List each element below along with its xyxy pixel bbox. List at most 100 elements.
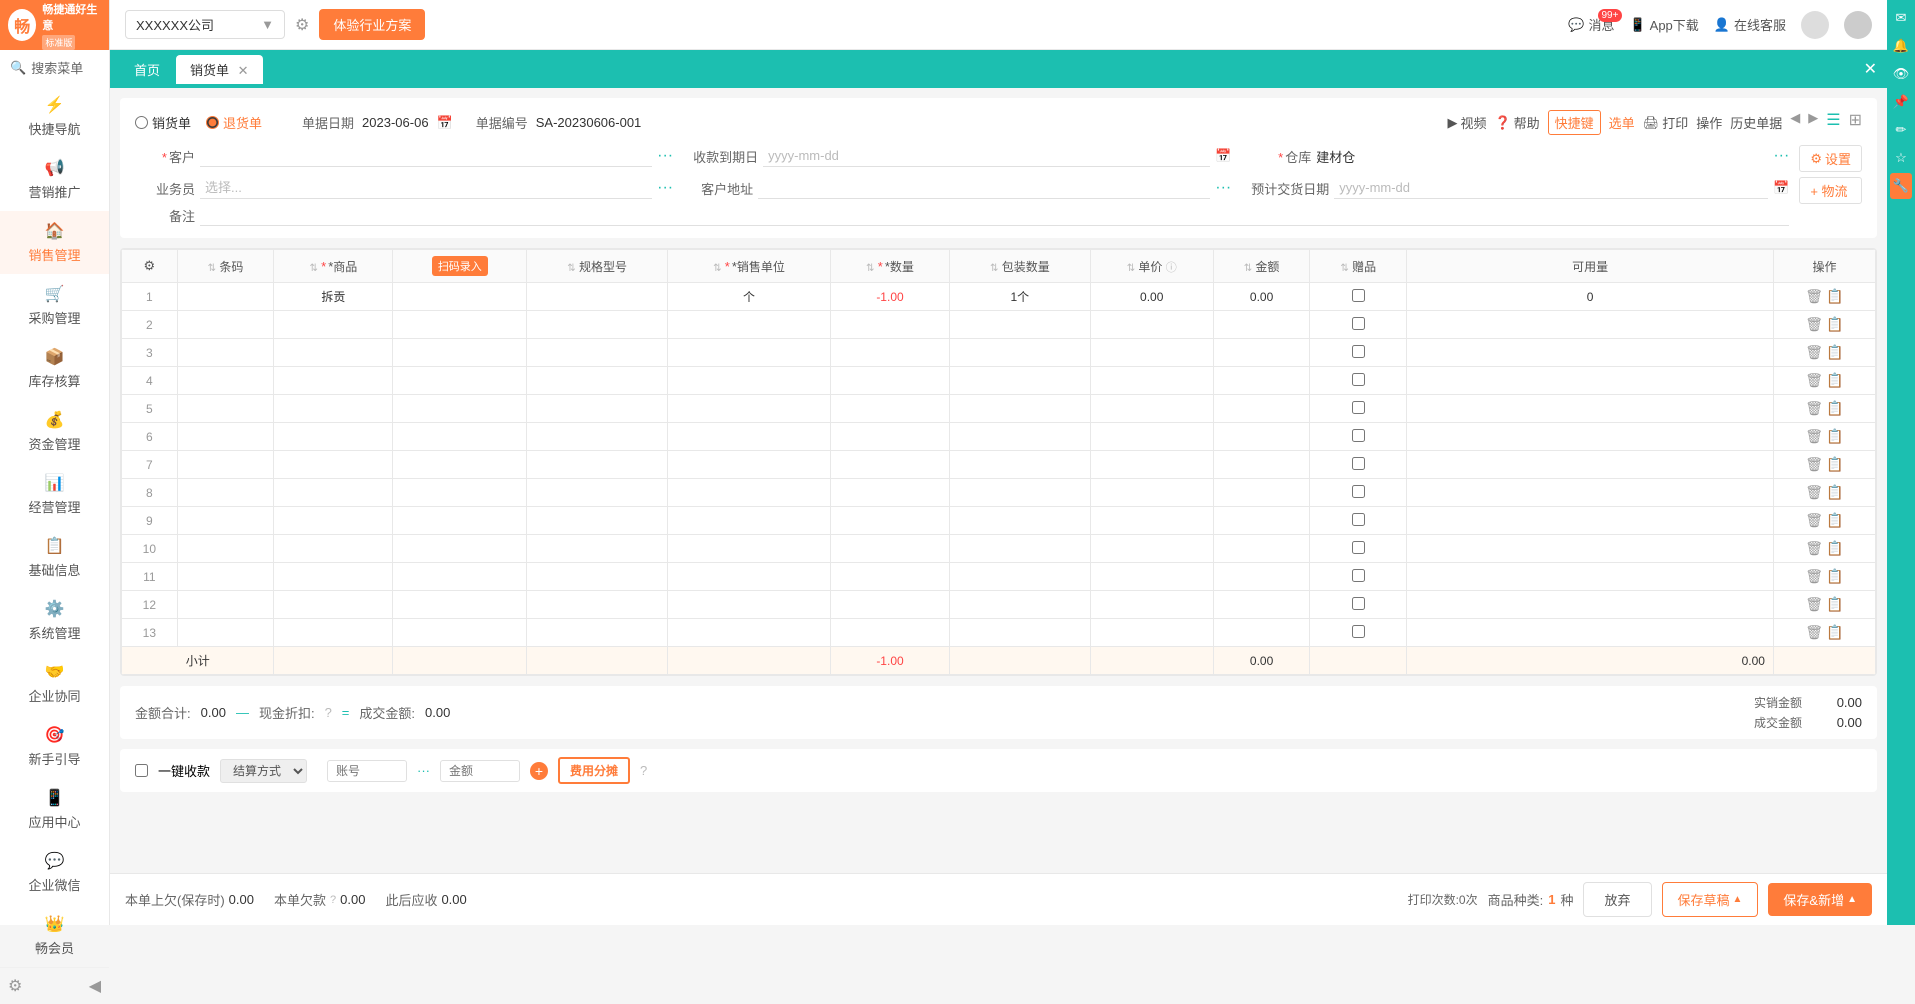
- sidebar-item-marketing[interactable]: 📢 营销推广: [0, 148, 109, 211]
- filter-btn[interactable]: 选单: [1609, 110, 1635, 135]
- operate-btn[interactable]: 操作: [1696, 110, 1722, 135]
- copy-row-icon[interactable]: 📋: [1826, 428, 1843, 444]
- row-gift[interactable]: [1310, 619, 1407, 647]
- gift-checkbox[interactable]: [1352, 485, 1365, 498]
- sidebar-item-member[interactable]: 👑 畅会员: [0, 904, 109, 967]
- row-pkg-qty[interactable]: [949, 479, 1090, 507]
- row-unit[interactable]: [668, 619, 831, 647]
- row-barcode[interactable]: [177, 619, 274, 647]
- discard-button[interactable]: 放弃: [1583, 882, 1651, 917]
- row-price[interactable]: [1090, 535, 1213, 563]
- app-download-button[interactable]: 📱 App下载: [1629, 15, 1698, 34]
- right-panel-btn-3[interactable]: 👁: [1890, 61, 1913, 87]
- row-amount[interactable]: [1213, 395, 1310, 423]
- row-gift[interactable]: [1310, 451, 1407, 479]
- col-scan[interactable]: 扫码录入: [393, 250, 527, 283]
- copy-row-icon[interactable]: 📋: [1826, 400, 1843, 416]
- row-unit[interactable]: [668, 395, 831, 423]
- gift-checkbox[interactable]: [1352, 401, 1365, 414]
- row-unit[interactable]: [668, 339, 831, 367]
- history-btn[interactable]: 历史单据: [1730, 110, 1782, 135]
- row-spec[interactable]: [527, 479, 668, 507]
- note-input[interactable]: [200, 204, 1789, 226]
- save-new-button[interactable]: 保存&新增 ▲: [1768, 883, 1872, 916]
- sidebar-item-wechat[interactable]: 💬 企业微信: [0, 841, 109, 904]
- row-spec[interactable]: [527, 507, 668, 535]
- row-price[interactable]: [1090, 479, 1213, 507]
- row-qty[interactable]: [831, 339, 950, 367]
- sidebar-item-system[interactable]: ⚙️ 系统管理: [0, 589, 109, 652]
- row-product[interactable]: [274, 311, 393, 339]
- discount-help-icon[interactable]: ?: [325, 705, 332, 720]
- row-spec[interactable]: [527, 535, 668, 563]
- row-pkg-qty[interactable]: [949, 339, 1090, 367]
- row-barcode[interactable]: [177, 339, 274, 367]
- company-select[interactable]: XXXXXX公司 ▼: [125, 10, 285, 39]
- message-button[interactable]: 💬 消息 99+: [1568, 15, 1614, 34]
- row-product[interactable]: [274, 395, 393, 423]
- right-panel-btn-5[interactable]: ✏: [1893, 117, 1910, 143]
- delete-row-icon[interactable]: 🗑: [1805, 540, 1823, 556]
- row-amount[interactable]: [1213, 311, 1310, 339]
- row-pkg-qty[interactable]: [949, 619, 1090, 647]
- row-amount[interactable]: [1213, 619, 1310, 647]
- address-dots-icon[interactable]: ···: [1215, 179, 1231, 197]
- row-pkg-qty[interactable]: [949, 563, 1090, 591]
- due-date-calendar-icon[interactable]: 📅: [1215, 148, 1231, 164]
- copy-row-icon[interactable]: 📋: [1826, 596, 1843, 612]
- row-unit[interactable]: [668, 507, 831, 535]
- row-unit[interactable]: [668, 535, 831, 563]
- row-product[interactable]: [274, 535, 393, 563]
- row-gift[interactable]: [1310, 535, 1407, 563]
- row-price[interactable]: [1090, 395, 1213, 423]
- customer-input[interactable]: [200, 145, 652, 167]
- row-qty[interactable]: [831, 367, 950, 395]
- header-gear-icon[interactable]: ⚙: [295, 15, 309, 35]
- delete-row-icon[interactable]: 🗑: [1805, 288, 1823, 304]
- row-gift[interactable]: [1310, 591, 1407, 619]
- copy-row-icon[interactable]: 📋: [1826, 568, 1843, 584]
- row-barcode[interactable]: [177, 451, 274, 479]
- video-btn[interactable]: ▶ 视频: [1447, 110, 1486, 135]
- delete-row-icon[interactable]: 🗑: [1805, 456, 1823, 472]
- prev-icon[interactable]: ◀: [1790, 110, 1800, 135]
- next-icon[interactable]: ▶: [1808, 110, 1818, 135]
- row-unit[interactable]: [668, 479, 831, 507]
- row-gift[interactable]: [1310, 311, 1407, 339]
- customer-address-input[interactable]: [758, 177, 1210, 199]
- row-amount[interactable]: [1213, 591, 1310, 619]
- delete-row-icon[interactable]: 🗑: [1805, 484, 1823, 500]
- copy-row-icon[interactable]: 📋: [1826, 288, 1843, 304]
- row-pkg-qty[interactable]: [949, 395, 1090, 423]
- row-price[interactable]: [1090, 423, 1213, 451]
- row-price[interactable]: [1090, 619, 1213, 647]
- account-input[interactable]: [327, 760, 407, 782]
- help-btn[interactable]: ❓ 帮助: [1494, 110, 1539, 135]
- row-price[interactable]: [1090, 507, 1213, 535]
- row-product[interactable]: [274, 339, 393, 367]
- gift-checkbox[interactable]: [1352, 457, 1365, 470]
- row-pkg-qty[interactable]: [949, 451, 1090, 479]
- due-date-input[interactable]: [763, 145, 1210, 167]
- add-payment-button[interactable]: +: [530, 762, 548, 780]
- row-qty[interactable]: [831, 619, 950, 647]
- row-amount[interactable]: 0.00: [1213, 283, 1310, 311]
- row-spec[interactable]: [527, 563, 668, 591]
- one-click-checkbox[interactable]: [135, 764, 148, 777]
- row-product[interactable]: [274, 619, 393, 647]
- col-gear[interactable]: ⚙: [122, 250, 178, 283]
- row-qty[interactable]: -1.00: [831, 283, 950, 311]
- delete-row-icon[interactable]: 🗑: [1805, 316, 1823, 332]
- expected-date-input[interactable]: [1334, 177, 1768, 199]
- row-product[interactable]: [274, 591, 393, 619]
- row-unit[interactable]: [668, 367, 831, 395]
- row-amount[interactable]: [1213, 507, 1310, 535]
- row-pkg-qty[interactable]: [949, 535, 1090, 563]
- row-unit[interactable]: [668, 451, 831, 479]
- row-pkg-qty[interactable]: [949, 507, 1090, 535]
- row-spec[interactable]: [527, 423, 668, 451]
- row-pkg-qty[interactable]: 1个: [949, 283, 1090, 311]
- print-btn[interactable]: 🖨 打印: [1643, 110, 1689, 135]
- trial-button[interactable]: 体验行业方案: [319, 9, 425, 40]
- row-gift[interactable]: [1310, 283, 1407, 311]
